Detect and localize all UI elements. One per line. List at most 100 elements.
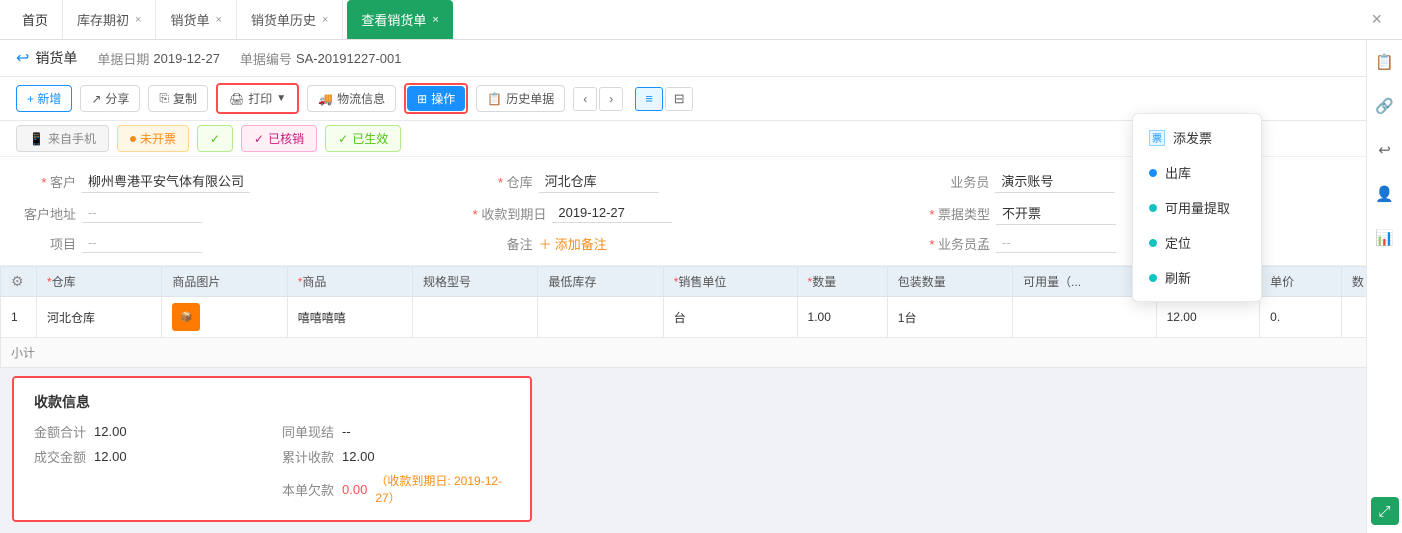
add-button[interactable]: + 新增	[16, 85, 72, 112]
ops-border: ⊞ 操作	[404, 83, 468, 114]
outbound-label: 出库	[1165, 163, 1191, 182]
tab-close-sales[interactable]: ×	[215, 14, 221, 26]
ops-button[interactable]: ⊞ 操作	[407, 86, 465, 111]
history-button[interactable]: 📋 历史单据	[476, 85, 565, 112]
sidebar-doc-icon[interactable]: 📋	[1371, 48, 1399, 76]
total-value: 12.00	[94, 424, 127, 439]
ticket-value[interactable]: 不开票	[996, 201, 1116, 225]
share-icon: ↗	[91, 92, 101, 106]
row-stock: 12.00	[1156, 297, 1260, 338]
tab-close-view[interactable]: ×	[432, 14, 438, 26]
ticket-dot	[130, 136, 136, 142]
row-qty: 1.00	[797, 297, 887, 338]
tab-sales[interactable]: 销货单 ×	[156, 0, 236, 39]
address-value[interactable]: --	[82, 203, 202, 223]
sidebar-expand-icon[interactable]: ⤢	[1371, 497, 1399, 525]
ops-dropdown: 票 添发票 出库 可用量提取 定位 刷新	[1132, 113, 1262, 302]
warehouse-value[interactable]: 河北仓库	[539, 169, 659, 193]
payment-section: 收款信息 金额合计 12.00 同单现结 -- 成交金额 12.00 累计收款 …	[12, 376, 532, 522]
customer-label: 客户	[16, 172, 76, 191]
cumulative-label: 累计收款	[282, 447, 334, 466]
print-icon: 🖨	[229, 92, 244, 106]
mobile-status[interactable]: 📱 来自手机	[16, 125, 109, 152]
due-date-value[interactable]: 2019-12-27	[552, 203, 672, 223]
tab-close-history[interactable]: ×	[322, 14, 328, 26]
employee-value[interactable]: 演示账号	[995, 169, 1115, 193]
view-buttons: ≡ ⊟	[635, 87, 693, 111]
settings-icon[interactable]: ⚙	[11, 273, 24, 289]
tab-close-inventory[interactable]: ×	[135, 14, 141, 26]
nav-arrows: ‹ ›	[573, 87, 623, 111]
doc-date: 单据日期 2019-12-27	[97, 49, 220, 68]
ticket-status[interactable]: 未开票	[117, 125, 189, 152]
list-view-button[interactable]: ≡	[635, 87, 663, 111]
next-button[interactable]: ›	[599, 87, 623, 111]
customer-value[interactable]: 柳州粤港平安气体有限公司	[82, 169, 250, 193]
same-order-row: 同单现结 --	[282, 422, 510, 441]
doc-icon: ↩	[16, 48, 29, 68]
sidebar-user-icon[interactable]: 👤	[1371, 180, 1399, 208]
address-label: 客户地址	[16, 204, 76, 223]
sidebar-refresh-icon[interactable]: ↩	[1371, 136, 1399, 164]
same-order-value: --	[342, 424, 351, 439]
address-field: 客户地址 --	[16, 203, 473, 223]
row-spec	[413, 297, 538, 338]
employee-label: 业务员	[929, 172, 989, 191]
check-icon-btn[interactable]: ✓	[197, 125, 233, 152]
col-unit: *销售单位	[663, 267, 797, 297]
tab-view-sales[interactable]: 查看销货单 ×	[347, 0, 452, 39]
add-invoice-label: 添发票	[1173, 128, 1212, 147]
tab-inventory[interactable]: 库存期初 ×	[63, 0, 156, 39]
refresh-dot	[1149, 274, 1157, 282]
warehouse-label: 仓库	[473, 172, 533, 191]
window-close-button[interactable]: ×	[1359, 9, 1394, 30]
refresh-item[interactable]: 刷新	[1133, 260, 1261, 295]
table-row: 1 河北仓库 📦 嘻嘻嘻嘻 台 1.00 1台 12.00 0.	[1, 297, 1402, 338]
col-warehouse: *仓库	[37, 267, 162, 297]
employee2-value[interactable]: --	[996, 233, 1116, 253]
col-spec: 规格型号	[413, 267, 538, 297]
sold-check-icon: ✓	[254, 132, 264, 146]
project-value[interactable]: --	[82, 233, 202, 253]
project-field: 项目 --	[16, 233, 473, 253]
grid-view-button[interactable]: ⊟	[665, 87, 693, 111]
row-product: 嘻嘻嘻嘻	[287, 297, 412, 338]
plus-icon: ＋	[539, 234, 552, 253]
row-no: 1	[1, 297, 37, 338]
row-pkg-qty: 1台	[887, 297, 1012, 338]
tab-history[interactable]: 销货单历史 ×	[237, 0, 343, 39]
warehouse-field: 仓库 河北仓库	[473, 169, 930, 193]
tab-home[interactable]: 首页	[8, 0, 63, 39]
doc-title: ↩ 销货单	[16, 48, 77, 68]
note-label: 备注	[473, 234, 533, 253]
invoice-icon: 票	[1149, 130, 1165, 146]
deal-label: 成交金额	[34, 447, 86, 466]
add-note-button[interactable]: ＋ 添加备注	[539, 234, 607, 253]
prev-button[interactable]: ‹	[573, 87, 597, 111]
copy-button[interactable]: ⎘ 复制	[148, 85, 208, 112]
logistics-button[interactable]: 🚚 物流信息	[307, 85, 396, 112]
available-qty-item[interactable]: 可用量提取	[1133, 190, 1261, 225]
deal-row: 成交金额 12.00	[34, 447, 262, 466]
locate-item[interactable]: 定位	[1133, 225, 1261, 260]
add-invoice-item[interactable]: 票 添发票	[1133, 120, 1261, 155]
sold-status[interactable]: ✓ 已核销	[241, 125, 317, 152]
row-img: 📦	[162, 297, 287, 338]
ticket-label: 票据类型	[929, 204, 990, 223]
doc-number: 单据编号 SA-20191227-001	[240, 49, 402, 68]
share-button[interactable]: ↗ 分享	[80, 85, 140, 112]
mobile-icon: 📱	[29, 132, 44, 146]
sidebar-link-icon[interactable]: 🔗	[1371, 92, 1399, 120]
subtotal-row: 小计	[1, 338, 1402, 368]
effect-status[interactable]: ✓ 已生效	[325, 125, 401, 152]
outbound-item[interactable]: 出库	[1133, 155, 1261, 190]
history-icon: 📋	[487, 92, 502, 106]
employee2-label: 业务员孟	[929, 234, 990, 253]
dropdown-arrow-icon: ▼	[276, 93, 286, 104]
print-button[interactable]: 🖨 打印 ▼	[219, 86, 296, 111]
due-date-label: 收款到期日	[473, 204, 547, 223]
sidebar-chart-icon[interactable]: 📊	[1371, 224, 1399, 252]
row-avail	[1013, 297, 1157, 338]
deal-value: 12.00	[94, 449, 127, 464]
row-price: 0.	[1260, 297, 1342, 338]
